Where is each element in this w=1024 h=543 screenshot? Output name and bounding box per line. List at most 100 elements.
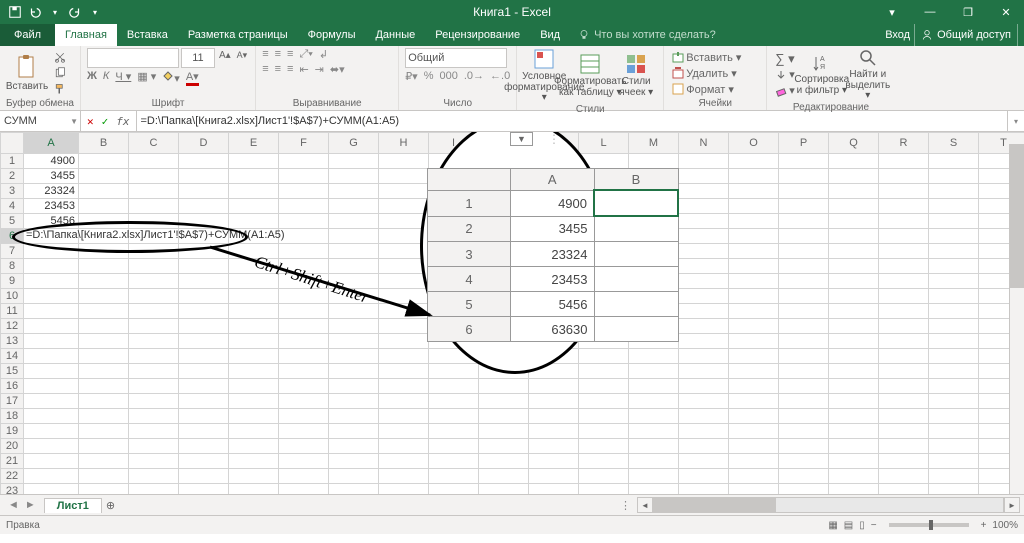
cell-I14[interactable] [429,349,479,364]
col-header-F[interactable]: F [279,133,329,154]
cell-Q17[interactable] [829,394,879,409]
col-header-I[interactable]: I [429,133,479,154]
cell-B21[interactable] [79,454,129,469]
cell-S8[interactable] [929,259,979,274]
cell-R21[interactable] [879,454,929,469]
sheet-nav-prev-icon[interactable]: ◄ [8,499,19,511]
cell-N6[interactable] [679,229,729,244]
cell-C19[interactable] [129,424,179,439]
cell-B19[interactable] [79,424,129,439]
border-button[interactable]: ▦ ▾ [137,70,156,86]
cell-N17[interactable] [679,394,729,409]
tab-home[interactable]: Главная [55,24,117,46]
row-header-23[interactable]: 23 [1,484,24,495]
cell-I17[interactable] [429,394,479,409]
cell-I21[interactable] [429,454,479,469]
cell-G13[interactable] [329,334,379,349]
cell-A7[interactable] [24,244,79,259]
cell-H22[interactable] [379,469,429,484]
cell-O11[interactable] [729,304,779,319]
cell-C7[interactable] [129,244,179,259]
cell-R14[interactable] [879,349,929,364]
cell-K15[interactable] [529,364,579,379]
cell-D20[interactable] [179,439,229,454]
zoom-in-button[interactable]: + [981,520,987,531]
cell-B14[interactable] [79,349,129,364]
cell-D7[interactable] [179,244,229,259]
format-as-table-button[interactable]: Форматировать как таблицу ▾ [569,53,611,98]
undo-dropdown-icon[interactable]: ▾ [46,3,64,21]
tell-me-search[interactable]: Что вы хотите сделать? [578,24,716,46]
cell-R11[interactable] [879,304,929,319]
cell-A18[interactable] [24,409,79,424]
decrease-font-button[interactable]: A▾ [235,48,250,63]
cell-R22[interactable] [879,469,929,484]
cell-L18[interactable] [579,409,629,424]
cell-D14[interactable] [179,349,229,364]
cell-F9[interactable] [279,274,329,289]
cell-N4[interactable] [679,199,729,214]
cell-B10[interactable] [79,289,129,304]
formula-expand-button[interactable]: ▾ [1007,111,1024,131]
cell-K20[interactable] [529,439,579,454]
formula-input[interactable]: =D:\Папка\[Книга2.xlsx]Лист1'!$A$7)+СУММ… [137,111,1008,131]
col-header-M[interactable]: M [629,133,679,154]
col-header-H[interactable]: H [379,133,429,154]
cell-P7[interactable] [779,244,829,259]
row-header-1[interactable]: 1 [1,154,24,169]
cell-Q23[interactable] [829,484,879,495]
font-family-select[interactable] [87,48,179,68]
cell-R6[interactable] [879,229,929,244]
cell-P11[interactable] [779,304,829,319]
cell-C15[interactable] [129,364,179,379]
cell-D23[interactable] [179,484,229,495]
cell-N22[interactable] [679,469,729,484]
cell-A10[interactable] [24,289,79,304]
cell-B5[interactable] [79,214,129,229]
cell-H13[interactable] [379,334,429,349]
cell-Q1[interactable] [829,154,879,169]
cancel-formula-button[interactable]: ✕ [87,115,94,128]
row-header-9[interactable]: 9 [1,274,24,289]
cell-H9[interactable] [379,274,429,289]
cell-O15[interactable] [729,364,779,379]
cell-P13[interactable] [779,334,829,349]
cell-A23[interactable] [24,484,79,495]
cell-I22[interactable] [429,469,479,484]
cell-P18[interactable] [779,409,829,424]
cell-S9[interactable] [929,274,979,289]
cell-P9[interactable] [779,274,829,289]
cell-K19[interactable] [529,424,579,439]
cell-B9[interactable] [79,274,129,289]
cell-G17[interactable] [329,394,379,409]
cell-P6[interactable] [779,229,829,244]
cell-A19[interactable] [24,424,79,439]
col-header-Q[interactable]: Q [829,133,879,154]
cell-H16[interactable] [379,379,429,394]
cell-R13[interactable] [879,334,929,349]
tab-page-layout[interactable]: Разметка страницы [178,24,298,46]
cell-G5[interactable] [329,214,379,229]
cell-S2[interactable] [929,169,979,184]
cell-S10[interactable] [929,289,979,304]
cell-styles-button[interactable]: Стили ячеек ▾ [615,53,657,98]
save-icon[interactable] [6,3,24,21]
cell-O21[interactable] [729,454,779,469]
cell-R19[interactable] [879,424,929,439]
accept-formula-button[interactable]: ✓ [102,115,109,128]
cell-C3[interactable] [129,184,179,199]
cell-R3[interactable] [879,184,929,199]
align-right-button[interactable]: ≡ [287,63,293,76]
bold-button[interactable]: Ж [87,70,97,86]
cell-B8[interactable] [79,259,129,274]
cell-D22[interactable] [179,469,229,484]
cell-Q14[interactable] [829,349,879,364]
cell-E17[interactable] [229,394,279,409]
cell-N11[interactable] [679,304,729,319]
cell-C22[interactable] [129,469,179,484]
select-all-cell[interactable] [1,133,24,154]
cell-H3[interactable] [379,184,429,199]
view-page-layout-icon[interactable]: ▤ [844,520,853,531]
cell-S12[interactable] [929,319,979,334]
cell-H10[interactable] [379,289,429,304]
